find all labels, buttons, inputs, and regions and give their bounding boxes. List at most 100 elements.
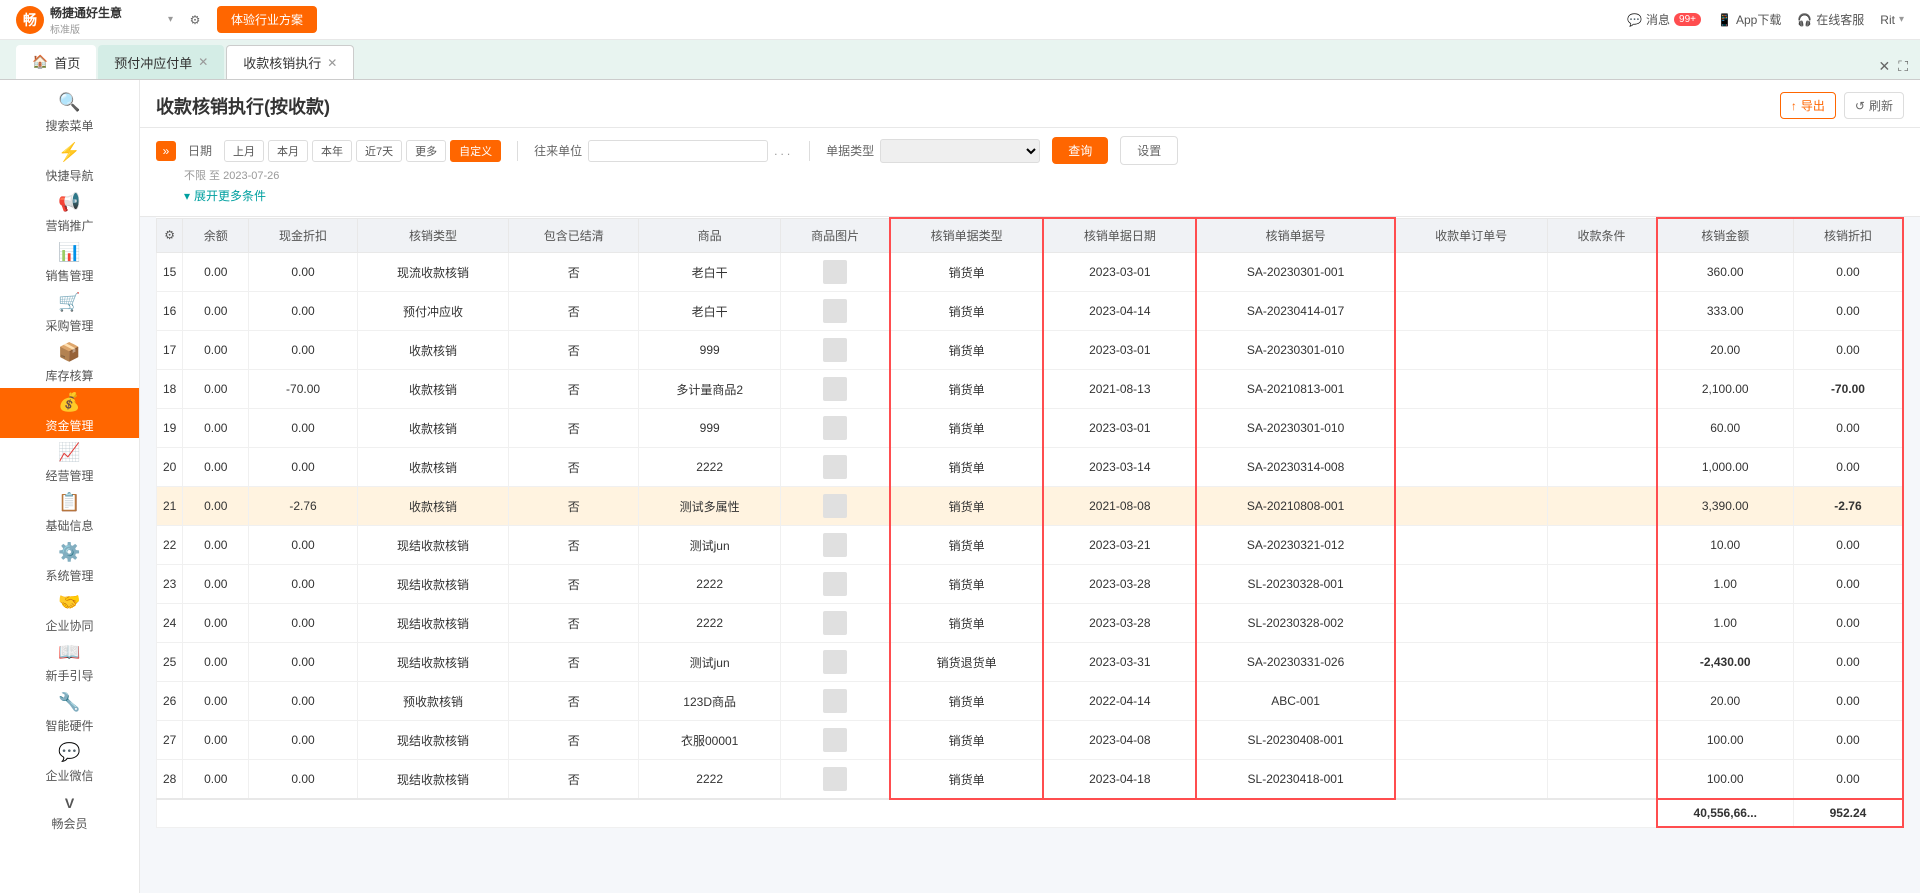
header-actions: ↑ 导出 ↺ 刷新 <box>1780 92 1904 119</box>
online-support-item[interactable]: 🎧 在线客服 <box>1797 11 1864 28</box>
tab-prepaid-label: 预付冲应付单 <box>114 53 192 72</box>
sidebar-item-inventory[interactable]: 📦 库存核算 <box>0 338 139 388</box>
table-body: 15 0.00 0.00 现流收款核销 否 老白干 销货单 2023-03-01… <box>157 253 1904 800</box>
sidebar-item-enterprise[interactable]: 🤝 企业协同 <box>0 588 139 638</box>
td-doc-date: 2023-03-14 <box>1043 448 1196 487</box>
td-doc-type: 销货单 <box>890 682 1043 721</box>
td-receipt-condition <box>1547 292 1657 331</box>
user-name-item[interactable]: Rit ▾ <box>1880 13 1904 27</box>
industry-btn[interactable]: 体验行业方案 <box>217 6 317 33</box>
sidebar-item-operations[interactable]: 📈 经营管理 <box>0 438 139 488</box>
app-download-icon: 📱 <box>1717 13 1732 27</box>
tab-bar: 🏠 首页 预付冲应付单 ✕ 收款核销执行 ✕ ✕ ⛶ <box>0 40 1920 80</box>
td-doc-no[interactable]: SA-20230321-012 <box>1196 526 1394 565</box>
td-goods-image <box>781 643 891 682</box>
sidebar-label-sales: 销售管理 <box>45 267 93 284</box>
td-doc-no[interactable]: SA-20230301-001 <box>1196 253 1394 292</box>
date-btn-7days[interactable]: 近7天 <box>356 140 402 162</box>
sidebar-label-search: 搜索菜单 <box>45 117 93 134</box>
td-doc-no[interactable]: SA-20210808-001 <box>1196 487 1394 526</box>
system-gear-icon: ⚙️ <box>58 542 80 563</box>
tab-receipt-close[interactable]: ✕ <box>327 56 337 70</box>
sidebar-item-sales[interactable]: 📊 销售管理 <box>0 238 139 288</box>
sidebar-item-search[interactable]: 🔍 搜索菜单 <box>0 88 139 138</box>
td-doc-type: 销货单 <box>890 253 1043 292</box>
td-doc-no[interactable]: SA-20230301-010 <box>1196 409 1394 448</box>
sidebar-item-basics[interactable]: 📋 基础信息 <box>0 488 139 538</box>
sidebar-item-marketing[interactable]: 📢 营销推广 <box>0 188 139 238</box>
td-cash-discount: 0.00 <box>249 253 358 292</box>
top-right-area: 💬 消息 99+ 📱 App下载 🎧 在线客服 Rit ▾ <box>1627 11 1904 28</box>
tab-maximize-btn[interactable]: ⛶ <box>1898 58 1908 75</box>
logo-area: 畅 畅捷通好生意 标准版 <box>16 4 156 36</box>
td-cash-discount: 0.00 <box>249 721 358 760</box>
td-doc-no[interactable]: SA-20210813-001 <box>1196 370 1394 409</box>
sidebar-item-finance[interactable]: 💰 资金管理 <box>0 388 139 438</box>
date-btn-this-month[interactable]: 本月 <box>268 140 308 162</box>
expand-more-btn[interactable]: ▾ 展开更多条件 <box>184 187 1904 204</box>
td-cancel-amount: 20.00 <box>1657 682 1794 721</box>
td-doc-no[interactable]: ABC-001 <box>1196 682 1394 721</box>
table-wrapper[interactable]: ⚙ 余额 现金折扣 核销类型 包含已结清 商品 商品图片 核销单据类型 核销单据… <box>140 217 1920 893</box>
export-btn[interactable]: ↑ 导出 <box>1780 92 1836 119</box>
clipboard-icon: 📋 <box>58 492 80 513</box>
sidebar-label-enterprise: 企业协同 <box>45 617 93 634</box>
filter-collapse-btn[interactable]: » <box>156 141 176 161</box>
tab-close-all-btn[interactable]: ✕ <box>1878 58 1890 75</box>
td-doc-no[interactable]: SA-20230331-026 <box>1196 643 1394 682</box>
tab-home[interactable]: 🏠 首页 <box>16 45 96 79</box>
expand-more-label: 展开更多条件 <box>194 187 266 204</box>
sidebar-item-hardware[interactable]: 🔧 智能硬件 <box>0 688 139 738</box>
td-include-settled: 否 <box>509 448 639 487</box>
td-doc-no[interactable]: SA-20230301-010 <box>1196 331 1394 370</box>
td-doc-no[interactable]: SL-20230328-002 <box>1196 604 1394 643</box>
sidebar-item-quicknav[interactable]: ⚡ 快捷导航 <box>0 138 139 188</box>
sidebar-item-wechat[interactable]: 💬 企业微信 <box>0 738 139 788</box>
tab-receipt[interactable]: 收款核销执行 ✕ <box>226 45 354 79</box>
sidebar-item-vip[interactable]: V 畅会员 <box>0 788 139 838</box>
app-download-item[interactable]: 📱 App下载 <box>1717 11 1781 28</box>
td-doc-type: 销货单 <box>890 721 1043 760</box>
date-btn-this-year[interactable]: 本年 <box>312 140 352 162</box>
refresh-btn[interactable]: ↺ 刷新 <box>1844 92 1904 119</box>
td-doc-no[interactable]: SL-20230418-001 <box>1196 760 1394 800</box>
date-btn-custom[interactable]: 自定义 <box>450 140 501 162</box>
td-doc-no[interactable]: SL-20230328-001 <box>1196 565 1394 604</box>
handshake-icon: 🤝 <box>58 592 80 613</box>
td-receipt-condition <box>1547 604 1657 643</box>
app-logo-icon: 畅 <box>16 6 44 34</box>
sidebar-item-system[interactable]: ⚙️ 系统管理 <box>0 538 139 588</box>
source-unit-input[interactable] <box>588 140 768 162</box>
td-id: 26 <box>157 682 183 721</box>
sidebar-item-beginner[interactable]: 📖 新手引导 <box>0 638 139 688</box>
tab-prepaid-close[interactable]: ✕ <box>198 55 208 69</box>
query-btn[interactable]: 查询 <box>1052 137 1108 164</box>
td-receipt-order-no <box>1395 253 1547 292</box>
tab-prepaid[interactable]: 预付冲应付单 ✕ <box>98 45 224 79</box>
td-receipt-condition <box>1547 721 1657 760</box>
td-cash-discount: 0.00 <box>249 448 358 487</box>
source-unit-dots[interactable]: ... <box>774 144 793 158</box>
date-btn-last-month[interactable]: 上月 <box>224 140 264 162</box>
settings-btn[interactable]: 设置 <box>1120 136 1178 165</box>
td-balance: 0.00 <box>183 292 249 331</box>
doc-type-select[interactable] <box>880 139 1040 163</box>
logo-chevron-icon[interactable]: ▾ <box>168 14 173 25</box>
sidebar-item-purchase[interactable]: 🛒 采购管理 <box>0 288 139 338</box>
td-cancel-type: 现结收款核销 <box>357 526 508 565</box>
td-doc-no[interactable]: SA-20230314-008 <box>1196 448 1394 487</box>
td-goods: 2222 <box>639 565 781 604</box>
table-header: ⚙ 余额 现金折扣 核销类型 包含已结清 商品 商品图片 核销单据类型 核销单据… <box>157 218 1904 253</box>
td-doc-no[interactable]: SL-20230408-001 <box>1196 721 1394 760</box>
td-cancel-type: 现结收款核销 <box>357 604 508 643</box>
date-btn-more[interactable]: 更多 <box>406 140 446 162</box>
notification-item[interactable]: 💬 消息 99+ <box>1627 11 1701 28</box>
gear-icon[interactable]: ⚙ <box>185 10 205 30</box>
footer-spacer <box>157 799 1657 827</box>
td-cash-discount: 0.00 <box>249 604 358 643</box>
td-receipt-order-no <box>1395 370 1547 409</box>
filter-divider-2 <box>809 141 810 161</box>
table-row: 15 0.00 0.00 现流收款核销 否 老白干 销货单 2023-03-01… <box>157 253 1904 292</box>
td-cancel-amount: 10.00 <box>1657 526 1794 565</box>
td-doc-no[interactable]: SA-20230414-017 <box>1196 292 1394 331</box>
